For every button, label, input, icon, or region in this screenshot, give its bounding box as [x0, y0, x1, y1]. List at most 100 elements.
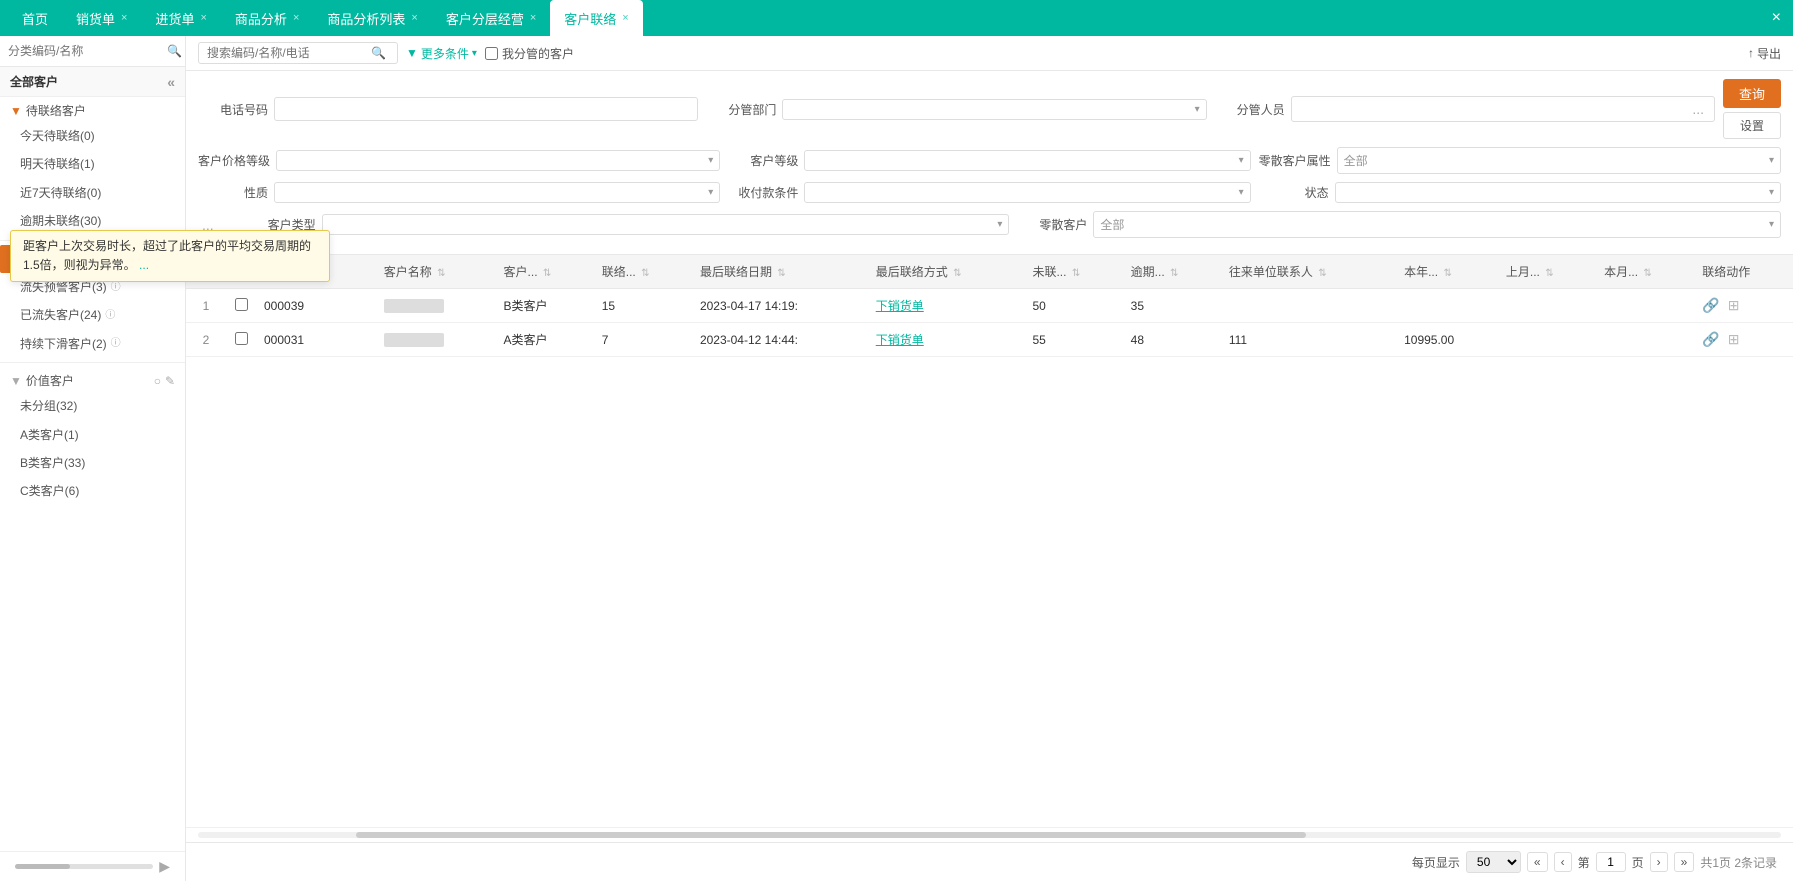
- contact-sort-icon[interactable]: ⇅: [641, 268, 649, 279]
- main-search-icon[interactable]: 🔍: [371, 46, 386, 60]
- row2-menu-icon[interactable]: ⊞: [1728, 331, 1740, 348]
- retail-attr-chevron-icon: ▾: [1769, 155, 1774, 166]
- sidebar-item-churned[interactable]: 已流失客户(24) ⓘ: [0, 301, 185, 329]
- filter-pay-terms-select[interactable]: ▾: [804, 182, 1250, 203]
- sidebar: 🔍 全部客户 « ▼ 待联络客户 今天待联络(0) 明天待联络(1) 近7天待联…: [0, 36, 186, 881]
- filter-customer-level-select[interactable]: ▾: [804, 150, 1250, 171]
- person-dots-icon[interactable]: ...: [1688, 101, 1708, 117]
- main-search-input[interactable]: [207, 46, 367, 60]
- last-page-button[interactable]: »: [1674, 852, 1695, 872]
- value-customers-edit-icon[interactable]: ✎: [165, 374, 175, 388]
- filter-phone-input[interactable]: [274, 97, 698, 121]
- last-month-sort-icon[interactable]: ⇅: [1545, 268, 1553, 279]
- cell-way-1-link[interactable]: 下销货单: [876, 299, 924, 313]
- more-conditions-btn[interactable]: ▼ 更多条件 ▾: [406, 45, 477, 62]
- filter-gender-select[interactable]: ▾: [274, 182, 720, 203]
- row1-link-icon[interactable]: 🔗: [1702, 297, 1719, 314]
- filter-top-bar: 🔍 ▼ 更多条件 ▾ 我分管的客户 ↑ 导出: [186, 36, 1793, 71]
- filter-person-select[interactable]: ...: [1291, 96, 1715, 122]
- this-month-sort-icon[interactable]: ⇅: [1643, 268, 1651, 279]
- table-row: 2 000031 A类客户: [186, 323, 1793, 357]
- prev-page-button[interactable]: ‹: [1554, 852, 1572, 872]
- sidebar-group-pending-contact[interactable]: ▼ 待联络客户: [0, 97, 185, 122]
- sidebar-collapse-icon[interactable]: «: [167, 74, 175, 90]
- nav-customer-layering[interactable]: 客户分层经营 ×: [432, 0, 550, 36]
- cell-way-2: 下销货单: [868, 323, 1025, 357]
- cell-this-year-2: 10995.00: [1396, 323, 1498, 357]
- sidebar-item-declining[interactable]: 持续下滑客户(2) ⓘ: [0, 330, 185, 358]
- nav-purchase-order[interactable]: 进货单 ×: [141, 0, 220, 36]
- close-product-analysis-list-icon[interactable]: ×: [411, 12, 417, 24]
- customer-table: ⚙ 客户编码 ⇅ 客户名称 ⇅: [186, 255, 1793, 357]
- col-header-name: 客户名称 ⇅: [376, 255, 496, 289]
- filter-customer-type-select[interactable]: ▾: [322, 214, 1010, 235]
- filter-cell-pay-terms: 收付款条件 ▾: [728, 182, 1250, 203]
- close-product-analysis-icon[interactable]: ×: [293, 12, 299, 24]
- col-header-class: 客户... ⇅: [496, 255, 594, 289]
- close-all-tabs-icon[interactable]: ×: [1772, 9, 1781, 27]
- sidebar-group-value-customers[interactable]: ▼ 价值客户 ○ ✎: [0, 367, 185, 392]
- cell-class-2: A类客户: [496, 323, 594, 357]
- cell-code-1: 000039: [256, 289, 376, 323]
- sidebar-item-tomorrow-pending[interactable]: 明天待联络(1): [0, 150, 185, 178]
- churned-info-icon[interactable]: ⓘ: [105, 307, 115, 324]
- sidebar-item-7days-pending[interactable]: 近7天待联络(0): [0, 179, 185, 207]
- row2-link-icon[interactable]: 🔗: [1702, 331, 1719, 348]
- date-sort-icon[interactable]: ⇅: [777, 268, 785, 279]
- row2-checkbox[interactable]: [235, 332, 248, 345]
- close-customer-contact-icon[interactable]: ×: [622, 12, 628, 24]
- filter-cell-dept: 分管部门 ▾: [706, 99, 1206, 120]
- query-button[interactable]: 查询: [1723, 79, 1781, 108]
- overdue-sort-icon[interactable]: ⇅: [1170, 268, 1178, 279]
- filter-cell-phone: 电话号码: [198, 97, 698, 121]
- horizontal-scrollbar-thumb: [356, 832, 1306, 838]
- export-button[interactable]: ↑ 导出: [1748, 45, 1781, 62]
- row1-checkbox[interactable]: [235, 298, 248, 311]
- my-customers-checkbox[interactable]: [485, 47, 498, 60]
- nav-customer-contact[interactable]: 客户联络 ×: [550, 0, 642, 36]
- sidebar-item-b-class[interactable]: B类客户(33): [0, 449, 185, 477]
- nav-product-analysis-list[interactable]: 商品分析列表 ×: [313, 0, 431, 36]
- tooltip-more-link[interactable]: ...: [139, 258, 149, 272]
- sidebar-item-c-class[interactable]: C类客户(6): [0, 477, 185, 505]
- pending-sort-icon[interactable]: ⇅: [1072, 268, 1080, 279]
- nav-home[interactable]: 首页: [8, 0, 62, 36]
- page-number-input[interactable]: [1596, 852, 1626, 872]
- content-area: 🔍 ▼ 更多条件 ▾ 我分管的客户 ↑ 导出 电话号码: [186, 36, 1793, 881]
- nav-sales-order[interactable]: 销货单 ×: [62, 0, 141, 36]
- close-sales-order-icon[interactable]: ×: [121, 12, 127, 24]
- filter-status-select[interactable]: ▾: [1335, 182, 1781, 203]
- first-page-button[interactable]: «: [1527, 852, 1548, 872]
- contact-person-sort-icon[interactable]: ⇅: [1318, 268, 1326, 279]
- sidebar-item-today-pending[interactable]: 今天待联络(0): [0, 122, 185, 150]
- cell-date-2: 2023-04-12 14:44:: [692, 323, 868, 357]
- name-sort-icon[interactable]: ⇅: [437, 268, 445, 279]
- setting-button[interactable]: 设置: [1723, 112, 1781, 139]
- close-purchase-order-icon[interactable]: ×: [200, 12, 206, 24]
- per-page-select[interactable]: 50 100 200: [1466, 851, 1521, 873]
- row1-menu-icon[interactable]: ⊞: [1728, 297, 1740, 314]
- filter-retail-customer-select[interactable]: 全部 ▾: [1093, 211, 1781, 238]
- next-page-button[interactable]: ›: [1650, 852, 1668, 872]
- filter-dept-select[interactable]: ▾: [782, 99, 1206, 120]
- class-sort-icon[interactable]: ⇅: [543, 268, 551, 279]
- horizontal-scrollbar[interactable]: [198, 832, 1781, 838]
- sidebar-search-input[interactable]: [8, 44, 163, 58]
- filter-price-level-select[interactable]: ▾: [276, 150, 720, 171]
- this-year-sort-icon[interactable]: ⇅: [1443, 268, 1451, 279]
- sidebar-item-a-class[interactable]: A类客户(1): [0, 421, 185, 449]
- sidebar-search-icon[interactable]: 🔍: [167, 44, 182, 58]
- cell-overdue-1: 35: [1123, 289, 1221, 323]
- value-customers-circle-icon[interactable]: ○: [154, 374, 161, 388]
- filter-cell-status: 状态 ▾: [1259, 182, 1781, 203]
- sidebar-scrollbar[interactable]: [15, 864, 153, 869]
- sidebar-item-ungrouped[interactable]: 未分组(32): [0, 392, 185, 420]
- nav-product-analysis[interactable]: 商品分析 ×: [221, 0, 313, 36]
- filter-retail-attr-select[interactable]: 全部 ▾: [1337, 147, 1781, 174]
- price-level-chevron-icon: ▾: [708, 155, 713, 166]
- sidebar-expand-icon[interactable]: ▶: [159, 858, 170, 875]
- close-customer-layering-icon[interactable]: ×: [530, 12, 536, 24]
- cell-way-2-link[interactable]: 下销货单: [876, 333, 924, 347]
- declining-info-icon[interactable]: ⓘ: [111, 335, 121, 352]
- way-sort-icon[interactable]: ⇅: [953, 268, 961, 279]
